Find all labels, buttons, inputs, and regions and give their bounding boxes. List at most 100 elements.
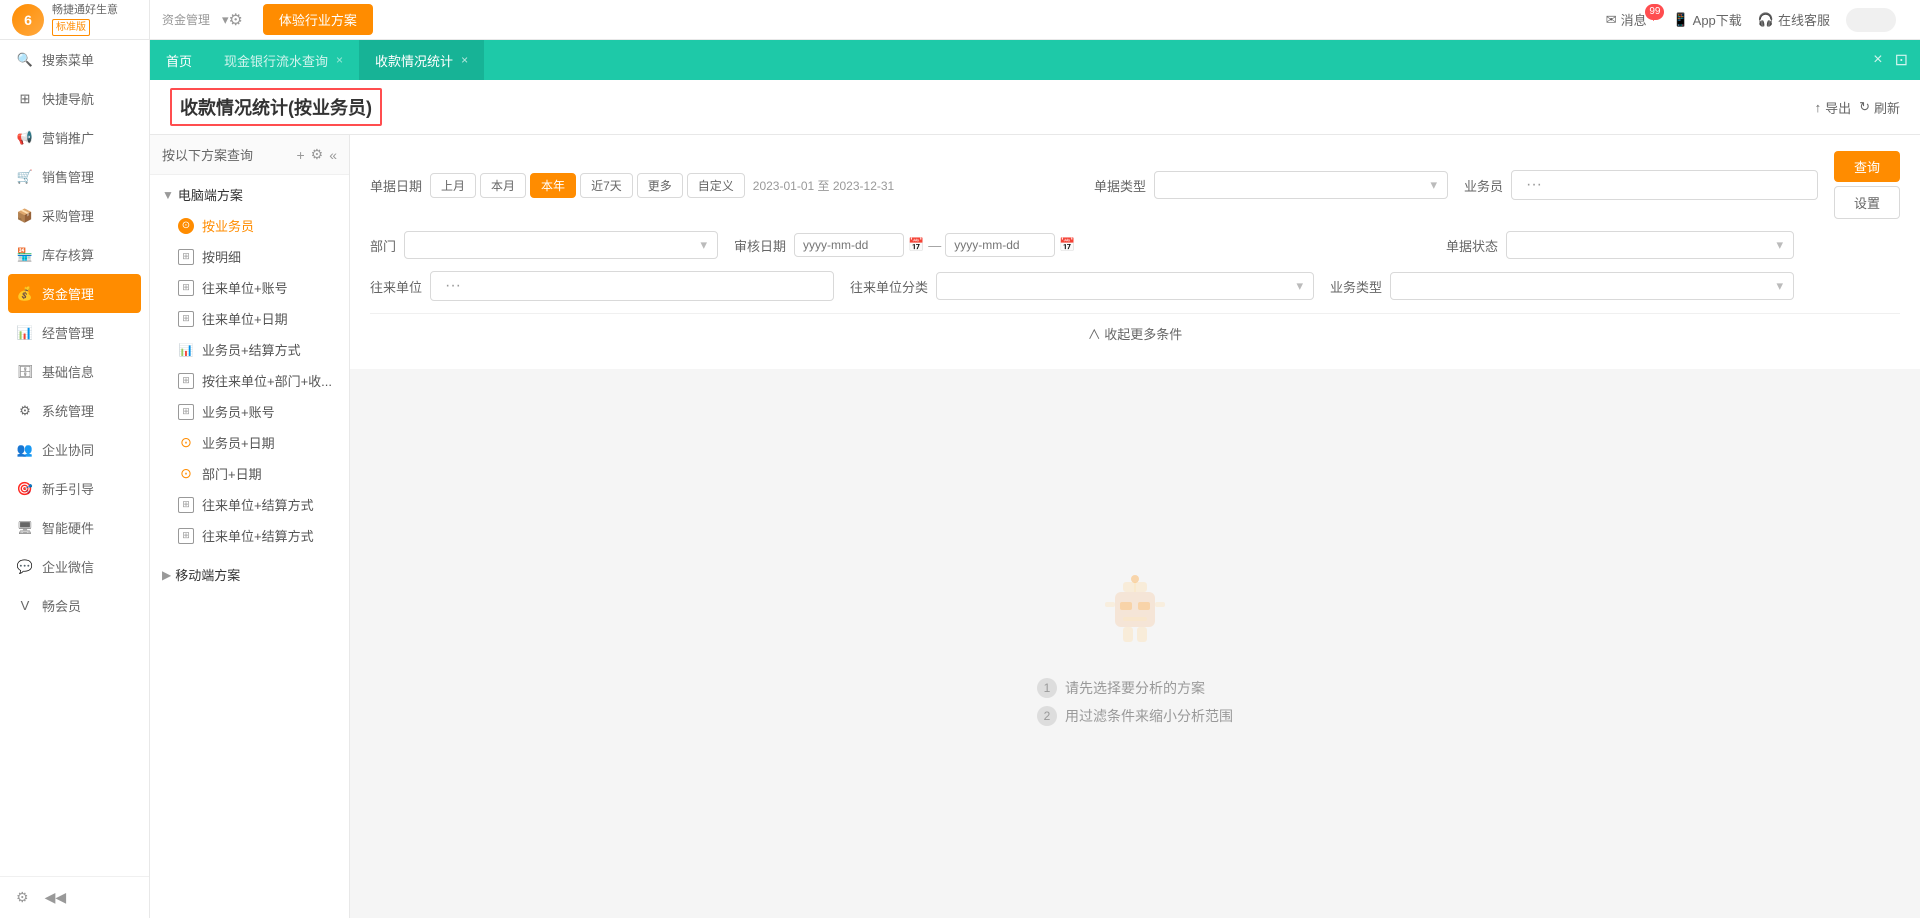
- date-label: 单据日期: [370, 176, 422, 195]
- scheme-label-salesperson: 按业务员: [202, 216, 254, 235]
- main-content: 首页 现金银行流水查询 × 收款情况统计 × × ⊡ 收款情况统计(按业务员) …: [150, 40, 1920, 918]
- tab-maximize-btn[interactable]: ⊡: [1891, 46, 1912, 74]
- tab-home[interactable]: 首页: [150, 40, 208, 80]
- user-avatar[interactable]: [1846, 8, 1896, 32]
- scheme-item-dept-date[interactable]: ⊙ 部门+日期: [150, 458, 349, 489]
- sidebar-item-marketing[interactable]: 📢 营销推广: [0, 118, 149, 157]
- tab-bank-flow[interactable]: 现金银行流水查询 ×: [208, 40, 359, 80]
- business-type-select[interactable]: ▾: [1390, 272, 1794, 300]
- tab-close-window-btn[interactable]: ×: [1869, 47, 1886, 73]
- sidebar-settings-btn[interactable]: ⚙: [16, 889, 29, 906]
- nav-label-smart: 智能硬件: [42, 518, 94, 537]
- sidebar-item-search-menu[interactable]: 🔍 搜索菜单: [0, 40, 149, 79]
- settings-gear-icon[interactable]: ⚙: [229, 10, 243, 30]
- scheme-label-partner-account: 往来单位+账号: [202, 278, 288, 297]
- users-icon: 👥: [16, 441, 34, 459]
- review-date-group: 📅 — 📅: [794, 233, 1075, 257]
- panel-add-icon[interactable]: +: [296, 147, 304, 163]
- scheme-item-partner-settlement2[interactable]: ⊞ 往来单位+结算方式: [150, 520, 349, 551]
- scheme-item-by-detail[interactable]: ⊞ 按明细: [150, 241, 349, 272]
- nav-label-guide: 新手引导: [42, 479, 94, 498]
- nav-label-sales: 销售管理: [42, 167, 94, 186]
- date-btn-last-month[interactable]: 上月: [430, 173, 476, 198]
- partner-select[interactable]: ···: [430, 271, 834, 301]
- sidebar-item-enterprise[interactable]: 👥 企业协同: [0, 430, 149, 469]
- review-date-from-input[interactable]: [794, 233, 904, 257]
- filter-field-date: 单据日期 上月 本月 本年 近7天 更多 自定义 2023-01-01 至 20…: [370, 173, 1078, 198]
- partner-category-select[interactable]: ▾: [936, 272, 1314, 300]
- refresh-label: 刷新: [1874, 98, 1900, 117]
- date-btn-7days[interactable]: 近7天: [580, 173, 633, 198]
- date-btn-more[interactable]: 更多: [637, 173, 683, 198]
- scheme-item-by-salesperson[interactable]: ⊙ 按业务员: [150, 210, 349, 241]
- refresh-button[interactable]: ↻ 刷新: [1859, 98, 1900, 117]
- partner-more-icon[interactable]: ···: [445, 277, 461, 295]
- desktop-expand-icon: ▼: [162, 188, 174, 202]
- date-btn-custom[interactable]: 自定义: [687, 173, 745, 198]
- salesperson-select[interactable]: ···: [1511, 170, 1818, 200]
- partner-category-label: 往来单位分类: [850, 277, 928, 296]
- empty-state-area: 1 请先选择要分析的方案 2 用过滤条件来缩小分析范围: [350, 369, 1920, 918]
- panel-settings-icon[interactable]: ⚙: [311, 146, 324, 163]
- sidebar-collapse-btn[interactable]: ◀◀: [45, 889, 67, 906]
- partner-settlement1-icon: ⊞: [178, 497, 194, 513]
- doc-type-select[interactable]: ▾: [1154, 171, 1448, 199]
- panel-collapse-icon[interactable]: «: [329, 147, 337, 163]
- doc-type-arrow-icon: ▾: [1430, 177, 1437, 193]
- trial-button[interactable]: 体验行业方案: [263, 4, 373, 35]
- app-logo-icon: 6: [12, 4, 44, 36]
- panel-actions: + ⚙ «: [296, 146, 337, 163]
- scheme-item-salesperson-date[interactable]: ⊙ 业务员+日期: [150, 427, 349, 458]
- sidebar-item-enterprise-wx[interactable]: 💬 企业微信: [0, 547, 149, 586]
- partner-account-icon: ⊞: [178, 280, 194, 296]
- review-date-to-input[interactable]: [945, 233, 1055, 257]
- scheme-item-partner-dept[interactable]: ⊞ 按往来单位+部门+收...: [150, 365, 349, 396]
- sidebar-item-base-info[interactable]: 🗄 基础信息: [0, 352, 149, 391]
- scheme-item-partner-date[interactable]: ⊞ 往来单位+日期: [150, 303, 349, 334]
- salesperson-more-icon[interactable]: ···: [1526, 176, 1542, 194]
- sidebar-item-inventory[interactable]: 🏪 库存核算: [0, 235, 149, 274]
- sidebar-item-operations[interactable]: 📊 经营管理: [0, 313, 149, 352]
- settings-button[interactable]: 设置: [1834, 186, 1900, 219]
- scheme-item-partner-settlement1[interactable]: ⊞ 往来单位+结算方式: [150, 489, 349, 520]
- online-service-tool[interactable]: 🎧 在线客服: [1758, 10, 1830, 29]
- salesperson-scheme-icon: ⊙: [178, 218, 194, 234]
- scheme-item-salesperson-account[interactable]: ⊞ 业务员+账号: [150, 396, 349, 427]
- message-badge: 99: [1645, 4, 1664, 20]
- scheme-item-partner-account[interactable]: ⊞ 往来单位+账号: [150, 272, 349, 303]
- collapse-bar[interactable]: ∧ 收起更多条件: [370, 313, 1900, 353]
- tab-collection-stats-close[interactable]: ×: [461, 53, 468, 67]
- desktop-group-header[interactable]: ▼ 电脑端方案: [150, 179, 349, 210]
- query-panel-header: 按以下方案查询 + ⚙ «: [150, 135, 349, 175]
- nav-label-inventory: 库存核算: [42, 245, 94, 264]
- sidebar-item-sales[interactable]: 🛒 销售管理: [0, 157, 149, 196]
- tab-bank-flow-close[interactable]: ×: [336, 53, 343, 67]
- content-area: 按以下方案查询 + ⚙ « ▼ 电脑端方案 ⊙ 按业务员: [150, 135, 1920, 918]
- calendar-to-icon[interactable]: 📅: [1059, 237, 1075, 253]
- top-nav-actions: 资金管理 ▾ ⚙ 体验行业方案: [150, 4, 1606, 35]
- tab-collection-stats[interactable]: 收款情况统计 ×: [359, 40, 484, 80]
- app-download-tool[interactable]: 📱 App下载: [1672, 10, 1741, 29]
- calendar-from-icon[interactable]: 📅: [908, 237, 924, 253]
- sidebar-item-sys-manage[interactable]: ⚙ 系统管理: [0, 391, 149, 430]
- messages-tool[interactable]: ✉ 消息 99 +: [1606, 10, 1657, 29]
- sidebar-item-guide[interactable]: 🎯 新手引导: [0, 469, 149, 508]
- doc-status-select[interactable]: ▾: [1506, 231, 1794, 259]
- shopping-icon: 🛒: [16, 168, 34, 186]
- date-btn-this-year[interactable]: 本年: [530, 173, 576, 198]
- sidebar-item-member[interactable]: V 畅会员: [0, 586, 149, 625]
- sidebar-item-smart-hw[interactable]: 🖥 智能硬件: [0, 508, 149, 547]
- scheme-item-salesperson-settlement[interactable]: 📊 业务员+结算方式: [150, 334, 349, 365]
- query-button[interactable]: 查询: [1834, 151, 1900, 182]
- filter-field-review-date: 审核日期 📅 — 📅: [734, 233, 1430, 257]
- mobile-group-header[interactable]: ▶ 移动端方案: [150, 559, 349, 590]
- export-button[interactable]: ↑ 导出: [1815, 98, 1852, 117]
- nav-label-sys: 系统管理: [42, 401, 94, 420]
- dept-select[interactable]: ▾: [404, 231, 718, 259]
- sidebar-item-purchase[interactable]: 📦 采购管理: [0, 196, 149, 235]
- sidebar-item-finance[interactable]: 💰 资金管理: [8, 274, 141, 313]
- sidebar-item-quick-nav[interactable]: ⊞ 快捷导航: [0, 79, 149, 118]
- page-header: 收款情况统计(按业务员) ↑ 导出 ↻ 刷新: [150, 80, 1920, 135]
- date-btn-this-month[interactable]: 本月: [480, 173, 526, 198]
- doc-status-label: 单据状态: [1446, 236, 1498, 255]
